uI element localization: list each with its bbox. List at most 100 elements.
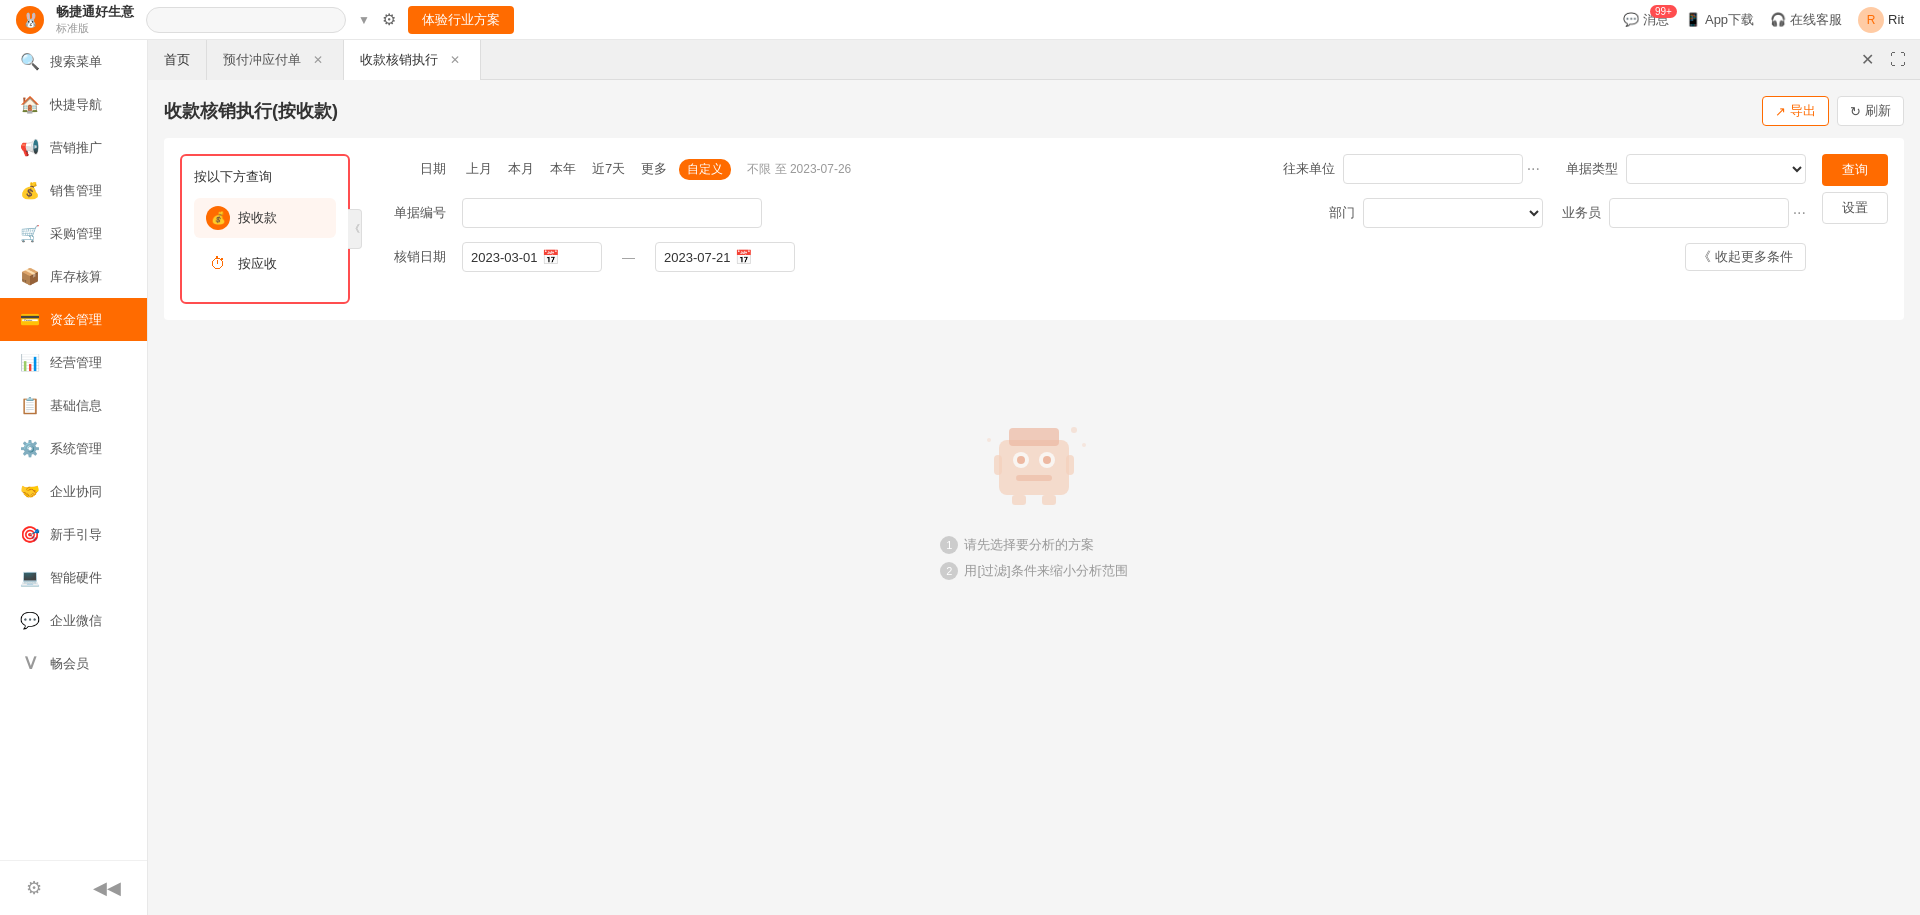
dept-select[interactable] [1363,198,1543,228]
message-btn[interactable]: 💬 消息 99+ [1623,11,1669,29]
sidebar-item-nav[interactable]: 🏠 快捷导航 [0,83,147,126]
avatar: R [1858,7,1884,33]
doc-no-input[interactable] [462,198,762,228]
sidebar-item-inventory[interactable]: 📦 库存核算 [0,255,147,298]
empty-hint-1: 1 请先选择要分析的方案 [940,536,1127,554]
filter-date-tabs: 上月 本月 本年 近7天 更多 自定义 [462,158,731,180]
sidebar-bottom: ⚙ ◀◀ [0,860,147,915]
main-layout: 🔍 搜索菜单 🏠 快捷导航 📢 营销推广 💰 销售管理 🛒 采购管理 📦 库存核… [0,40,1920,915]
setting-btn[interactable]: 设置 [1822,192,1888,224]
brand-text: 畅捷通好生意 标准版 [56,3,134,36]
tab-fullscreen-btn[interactable]: ⛶ [1884,47,1912,73]
svg-rect-7 [994,455,1002,475]
member-icon: Ⅴ [20,654,40,673]
filter-left-title: 按以下方查询 [194,168,336,186]
svg-point-12 [1082,443,1086,447]
writeoff-start-date[interactable]: 2023-03-01 📅 [462,242,602,272]
svg-rect-6 [1016,475,1052,481]
date-tab-more[interactable]: 更多 [637,158,671,180]
refresh-btn[interactable]: ↻ 刷新 [1837,96,1904,126]
staff-label: 业务员 [1551,204,1601,222]
tab-prepay-close[interactable]: ✕ [309,51,327,69]
sidebar-item-sales[interactable]: 💰 销售管理 [0,169,147,212]
date-tab-last-month[interactable]: 上月 [462,158,496,180]
message-badge: 99+ [1650,5,1677,18]
tab-bar-actions: ✕ ⛶ [1855,46,1920,73]
partner-label: 往来单位 [1275,160,1335,178]
staff-more-btn[interactable]: ··· [1793,204,1806,222]
hint-num-1: 1 [940,536,958,554]
query-btn[interactable]: 查询 [1822,154,1888,186]
headset-icon: 🎧 [1770,12,1786,27]
sidebar-item-finance[interactable]: 💳 资金管理 [0,298,147,341]
tab-prepay[interactable]: 预付冲应付单 ✕ [207,40,344,80]
tab-close-all-btn[interactable]: ✕ [1855,46,1880,73]
svg-point-13 [987,438,991,442]
svg-rect-1 [1009,428,1059,446]
industry-btn[interactable]: 体验行业方案 [408,6,514,34]
writeoff-end-date[interactable]: 2023-07-21 📅 [655,242,795,272]
filter-date-group: 上月 本月 本年 近7天 更多 自定义 不限 至 2023-07-26 [462,158,851,180]
online-service-btn[interactable]: 🎧 在线客服 [1770,11,1842,29]
sidebar-item-guide[interactable]: 🎯 新手引导 [0,513,147,556]
settings-bottom-btn[interactable]: ⚙ [22,873,46,903]
search-icon: 🔍 [20,52,40,71]
purchase-icon: 🛒 [20,224,40,243]
sidebar-item-basic[interactable]: 📋 基础信息 [0,384,147,427]
gear-icon[interactable]: ⚙ [382,10,396,29]
sidebar-item-marketing[interactable]: 📢 营销推广 [0,126,147,169]
partner-input[interactable] [1343,154,1523,184]
enterprise-icon: 🤝 [20,482,40,501]
partner-more-btn[interactable]: ··· [1527,160,1540,178]
sidebar-item-system[interactable]: ⚙️ 系统管理 [0,427,147,470]
svg-rect-8 [1066,455,1074,475]
filter-panel: 按以下方查询 💰 按收款 ⏱ 按应收 《 日期 [164,138,1904,320]
filter-option-receivable[interactable]: ⏱ 按应收 [194,244,336,284]
date-tab-this-month[interactable]: 本月 [504,158,538,180]
tab-home[interactable]: 首页 [148,40,207,80]
sidebar-item-wechat[interactable]: 💬 企业微信 [0,599,147,642]
date-tab-custom[interactable]: 自定义 [679,159,731,180]
collapse-sidebar-btn[interactable]: ◀◀ [89,873,125,903]
export-btn[interactable]: ↗ 导出 [1762,96,1829,126]
date-tab-this-year[interactable]: 本年 [546,158,580,180]
chevron-up-icon: 《 [1698,248,1711,266]
page-content: 收款核销执行(按收款) ↗ 导出 ↻ 刷新 按以下方查询 [148,80,1920,915]
filter-row-3: 核销日期 2023-03-01 📅 — 2023-07-21 📅 [386,242,1806,272]
sidebar-item-member[interactable]: Ⅴ 畅会员 [0,642,147,685]
calendar-start-icon[interactable]: 📅 [542,249,559,265]
filter-row-1: 日期 上月 本月 本年 近7天 更多 自定义 不限 至 2023 [386,154,1806,184]
receipt-option-icon: 💰 [206,206,230,230]
empty-hints: 1 请先选择要分析的方案 2 用[过滤]条件来缩小分析范围 [940,536,1127,580]
svg-point-5 [1043,456,1051,464]
hardware-icon: 💻 [20,568,40,587]
tab-receipt[interactable]: 收款核销执行 ✕ [344,40,481,80]
date-tab-7days[interactable]: 近7天 [588,158,629,180]
writeoff-date-label: 核销日期 [386,248,446,266]
collapse-more-btn[interactable]: 《 收起更多条件 [1685,243,1806,271]
sidebar-item-hardware[interactable]: 💻 智能硬件 [0,556,147,599]
doc-type-label: 单据类型 [1548,160,1618,178]
sidebar-item-purchase[interactable]: 🛒 采购管理 [0,212,147,255]
top-bar-right: 💬 消息 99+ 📱 App下载 🎧 在线客服 R Rit [1623,7,1904,33]
calendar-end-icon[interactable]: 📅 [735,249,752,265]
staff-input[interactable] [1609,198,1789,228]
sidebar-item-operation[interactable]: 📊 经营管理 [0,341,147,384]
sidebar-item-enterprise[interactable]: 🤝 企业协同 [0,470,147,513]
filter-collapse-toggle[interactable]: 《 [348,209,362,249]
tab-receipt-close[interactable]: ✕ [446,51,464,69]
app-download-btn[interactable]: 📱 App下载 [1685,11,1754,29]
user-menu[interactable]: R Rit [1858,7,1904,33]
hint-num-2: 2 [940,562,958,580]
doc-type-select[interactable] [1626,154,1806,184]
operation-icon: 📊 [20,353,40,372]
sidebar-item-search[interactable]: 🔍 搜索菜单 [0,40,147,83]
mobile-icon: 📱 [1685,12,1701,27]
filter-right: 日期 上月 本月 本年 近7天 更多 自定义 不限 至 2023 [366,154,1806,304]
search-input[interactable] [146,7,346,33]
chevron-down-icon[interactable]: ▼ [358,13,370,27]
filter-option-receipt[interactable]: 💰 按收款 [194,198,336,238]
doc-no-label: 单据编号 [386,204,446,222]
guide-icon: 🎯 [20,525,40,544]
basic-icon: 📋 [20,396,40,415]
